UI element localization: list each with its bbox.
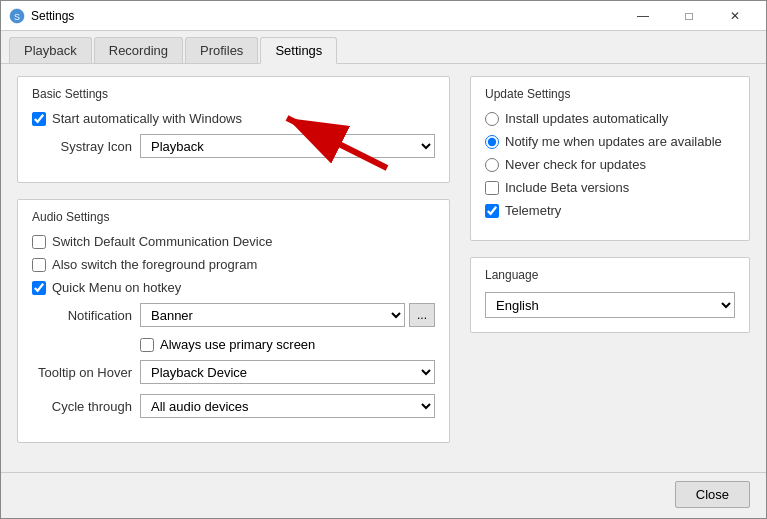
switch-foreground-checkbox[interactable] xyxy=(32,258,46,272)
systray-icon-control: Playback Recording None xyxy=(140,134,435,158)
switch-foreground-row: Also switch the foreground program xyxy=(32,257,435,272)
tooltip-hover-label: Tooltip on Hover xyxy=(32,365,132,380)
notification-dropdown[interactable]: Banner None Balloon xyxy=(140,303,405,327)
notify-me-radio[interactable] xyxy=(485,135,499,149)
tab-playback[interactable]: Playback xyxy=(9,37,92,63)
content-area: Basic Settings Start automatically with … xyxy=(1,64,766,472)
tab-settings[interactable]: Settings xyxy=(260,37,337,64)
start-with-windows-row: Start automatically with Windows xyxy=(32,111,435,126)
right-panel: Update Settings Install updates automati… xyxy=(470,76,750,460)
switch-foreground-label: Also switch the foreground program xyxy=(52,257,257,272)
telemetry-row: Telemetry xyxy=(485,203,735,218)
never-check-label: Never check for updates xyxy=(505,157,646,172)
language-title: Language xyxy=(485,268,735,282)
update-settings-title: Update Settings xyxy=(485,87,735,101)
install-auto-row: Install updates automatically xyxy=(485,111,735,126)
always-primary-row: Always use primary screen xyxy=(140,337,435,352)
tooltip-hover-row: Tooltip on Hover Playback Device Recordi… xyxy=(32,360,435,384)
quick-menu-label: Quick Menu on hotkey xyxy=(52,280,181,295)
notification-control: Banner None Balloon ... xyxy=(140,303,435,327)
tab-bar: Playback Recording Profiles Settings xyxy=(1,31,766,64)
always-primary-label: Always use primary screen xyxy=(160,337,315,352)
telemetry-label: Telemetry xyxy=(505,203,561,218)
close-window-button[interactable]: ✕ xyxy=(712,1,758,31)
notify-me-row: Notify me when updates are available xyxy=(485,134,735,149)
notification-row: Notification Banner None Balloon ... xyxy=(32,303,435,327)
main-area: Basic Settings Start automatically with … xyxy=(17,76,750,460)
start-with-windows-checkbox[interactable] xyxy=(32,112,46,126)
close-button[interactable]: Close xyxy=(675,481,750,508)
never-check-row: Never check for updates xyxy=(485,157,735,172)
notification-more-button[interactable]: ... xyxy=(409,303,435,327)
notification-inline: Banner None Balloon ... xyxy=(140,303,435,327)
tooltip-hover-control: Playback Device Recording Device Both xyxy=(140,360,435,384)
telemetry-checkbox[interactable] xyxy=(485,204,499,218)
never-check-radio[interactable] xyxy=(485,158,499,172)
minimize-button[interactable]: — xyxy=(620,1,666,31)
footer: Close xyxy=(1,472,766,518)
cycle-through-row: Cycle through All audio devices Playback… xyxy=(32,394,435,418)
install-auto-radio[interactable] xyxy=(485,112,499,126)
include-beta-row: Include Beta versions xyxy=(485,180,735,195)
quick-menu-row: Quick Menu on hotkey xyxy=(32,280,435,295)
systray-icon-label: Systray Icon xyxy=(32,139,132,154)
always-primary-checkbox[interactable] xyxy=(140,338,154,352)
cycle-through-control: All audio devices Playback devices only … xyxy=(140,394,435,418)
start-with-windows-label: Start automatically with Windows xyxy=(52,111,242,126)
basic-settings-section: Basic Settings Start automatically with … xyxy=(17,76,450,183)
tooltip-hover-dropdown[interactable]: Playback Device Recording Device Both xyxy=(140,360,435,384)
update-settings-section: Update Settings Install updates automati… xyxy=(470,76,750,241)
notification-label: Notification xyxy=(32,308,132,323)
main-window: S Settings — □ ✕ Playback Recording Prof… xyxy=(0,0,767,519)
title-bar-text: Settings xyxy=(31,9,620,23)
svg-text:S: S xyxy=(14,12,20,22)
include-beta-label: Include Beta versions xyxy=(505,180,629,195)
language-dropdown[interactable]: English German French Spanish xyxy=(485,292,735,318)
basic-settings-title: Basic Settings xyxy=(32,87,435,101)
maximize-button[interactable]: □ xyxy=(666,1,712,31)
app-icon: S xyxy=(9,8,25,24)
include-beta-checkbox[interactable] xyxy=(485,181,499,195)
cycle-through-label: Cycle through xyxy=(32,399,132,414)
audio-settings-title: Audio Settings xyxy=(32,210,435,224)
title-bar: S Settings — □ ✕ xyxy=(1,1,766,31)
systray-icon-dropdown[interactable]: Playback Recording None xyxy=(140,134,435,158)
switch-default-comm-checkbox[interactable] xyxy=(32,235,46,249)
title-bar-controls: — □ ✕ xyxy=(620,1,758,31)
left-panel: Basic Settings Start automatically with … xyxy=(17,76,450,460)
language-section: Language English German French Spanish xyxy=(470,257,750,333)
cycle-through-dropdown[interactable]: All audio devices Playback devices only … xyxy=(140,394,435,418)
switch-default-comm-row: Switch Default Communication Device xyxy=(32,234,435,249)
tab-profiles[interactable]: Profiles xyxy=(185,37,258,63)
audio-settings-section: Audio Settings Switch Default Communicat… xyxy=(17,199,450,443)
quick-menu-checkbox[interactable] xyxy=(32,281,46,295)
install-auto-label: Install updates automatically xyxy=(505,111,668,126)
switch-default-comm-label: Switch Default Communication Device xyxy=(52,234,272,249)
systray-icon-row: Systray Icon Playback Recording None xyxy=(32,134,435,158)
tab-recording[interactable]: Recording xyxy=(94,37,183,63)
notify-me-label: Notify me when updates are available xyxy=(505,134,722,149)
